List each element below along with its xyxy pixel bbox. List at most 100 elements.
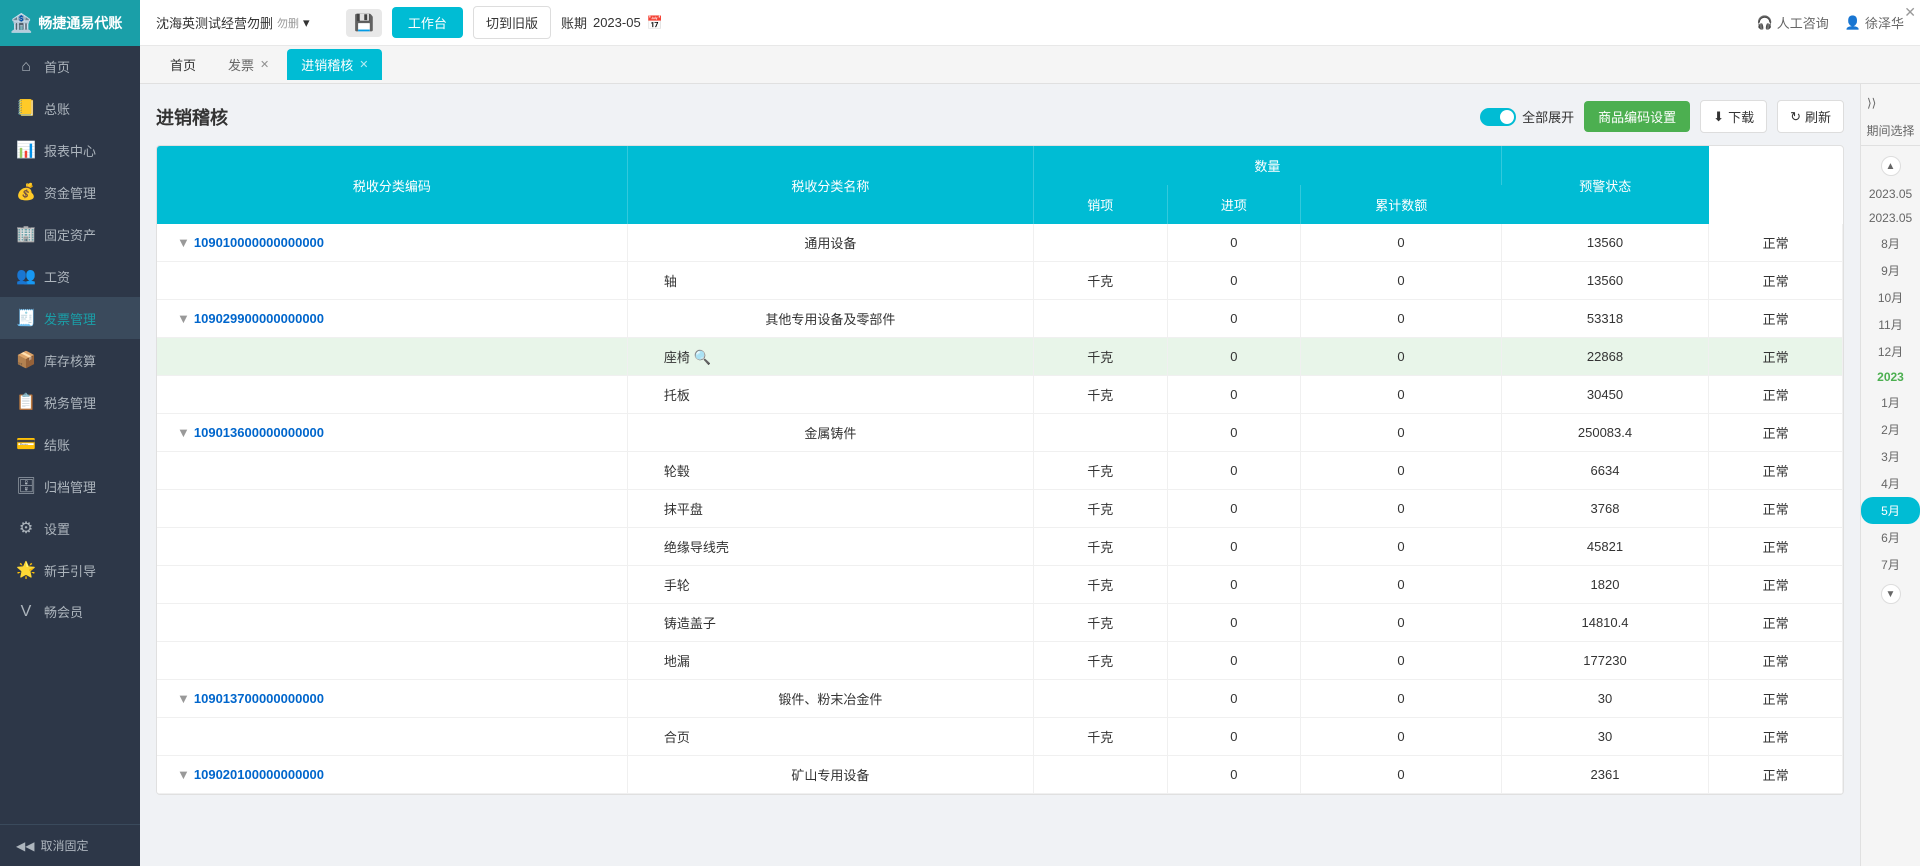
table-cell-name: 抹平盘	[627, 490, 1033, 528]
table-cell-purchase: 0	[1301, 300, 1501, 338]
company-selector[interactable]: 沈海英测试经营勿删 勿删 ▾	[156, 13, 336, 32]
sidebar-nav: ⌂ 首页 📒 总账 📊 报表中心 💰 资金管理 🏢 固定资产 👥 工资 🧾 发票…	[0, 46, 140, 824]
table-row: ▼109020100000000000	[157, 756, 627, 794]
table-cell-code	[157, 452, 627, 490]
calendar-icon[interactable]: 📅	[647, 15, 663, 31]
table-cell-total: 30	[1501, 718, 1709, 756]
table-cell-status: 正常	[1709, 414, 1843, 452]
table-cell-sales: 0	[1167, 376, 1301, 414]
table-cell-sales: 0	[1167, 338, 1301, 376]
table-cell-code	[157, 642, 627, 680]
sidebar-item-payroll[interactable]: 👥 工资	[0, 255, 140, 297]
search-icon[interactable]: 🔍	[693, 349, 710, 365]
table-cell-sales: 0	[1167, 262, 1301, 300]
refresh-icon: ↻	[1790, 109, 1801, 125]
old-version-button[interactable]: 切到旧版	[473, 6, 551, 39]
period-item-5[interactable]: 11月	[1861, 311, 1920, 338]
toggle-track[interactable]	[1480, 108, 1516, 126]
sidebar-item-settings[interactable]: ⚙ 设置	[0, 507, 140, 549]
period-item-1[interactable]: 2023.05	[1861, 206, 1920, 230]
table-cell-sales: 0	[1167, 642, 1301, 680]
period-item-8[interactable]: 1月	[1861, 389, 1920, 416]
period-item-13[interactable]: 6月	[1861, 524, 1920, 551]
sidebar-item-reports[interactable]: 📊 报表中心	[0, 129, 140, 171]
period-item-9[interactable]: 2月	[1861, 416, 1920, 443]
table-cell-status: 正常	[1709, 718, 1843, 756]
table-cell-name: 绝缘导线壳	[627, 528, 1033, 566]
sidebar-item-home[interactable]: ⌂ 首页	[0, 46, 140, 87]
table-cell-name: 地漏	[627, 642, 1033, 680]
col-tax-code: 税收分类编码	[157, 146, 627, 224]
period-item-3[interactable]: 9月	[1861, 257, 1920, 284]
sidebar-item-invoices[interactable]: 🧾 发票管理	[0, 297, 140, 339]
table-cell-status: 正常	[1709, 338, 1843, 376]
period-item-14[interactable]: 7月	[1861, 551, 1920, 578]
sidebar-item-inventory[interactable]: 📦 库存核算	[0, 339, 140, 381]
col-quantity-group: 数量	[1033, 146, 1501, 185]
headset-icon: 🎧	[1757, 15, 1773, 31]
table-cell-status: 正常	[1709, 376, 1843, 414]
reconciliation-tab-close[interactable]: ✕	[359, 58, 368, 71]
table-row: ▼109013600000000000	[157, 414, 627, 452]
period-item-4[interactable]: 10月	[1861, 284, 1920, 311]
table-cell-unit: 千克	[1033, 490, 1167, 528]
table-cell-unit	[1033, 680, 1167, 718]
sidebar-item-funds[interactable]: 💰 资金管理	[0, 171, 140, 213]
table-cell-purchase: 0	[1301, 376, 1501, 414]
refresh-button[interactable]: ↻ 刷新	[1777, 100, 1844, 133]
ledger-icon: 📒	[16, 98, 36, 118]
pin-label: 取消固定	[40, 837, 88, 854]
period-item-10[interactable]: 3月	[1861, 443, 1920, 470]
table-cell-name: 合页	[627, 718, 1033, 756]
period-item-12[interactable]: 5月	[1861, 497, 1920, 524]
sidebar-item-tax[interactable]: 📋 税务管理	[0, 381, 140, 423]
period-item-11[interactable]: 4月	[1861, 470, 1920, 497]
table-cell-total: 3768	[1501, 490, 1709, 528]
table-cell-sales: 0	[1167, 756, 1301, 794]
table-cell-name: 金属铸件	[627, 414, 1033, 452]
tab-invoices[interactable]: 发票 ✕	[214, 49, 283, 80]
company-name: 沈海英测试经营勿删	[156, 13, 273, 32]
page-title: 进销稽核	[156, 104, 228, 130]
sidebar-label-ledger: 总账	[44, 99, 70, 118]
sidebar-item-member[interactable]: V 畅会员	[0, 591, 140, 632]
save-button[interactable]: 💾	[346, 9, 382, 37]
table-cell-sales: 0	[1167, 414, 1301, 452]
service-button[interactable]: 🎧 人工咨询	[1757, 13, 1829, 32]
table-cell-name: 锻件、粉末冶金件	[627, 680, 1033, 718]
product-code-button[interactable]: 商品编码设置	[1584, 101, 1690, 132]
tab-reconciliation[interactable]: 进销稽核 ✕	[287, 49, 382, 80]
table-cell-sales: 0	[1167, 566, 1301, 604]
table-cell-unit	[1033, 300, 1167, 338]
table-cell-purchase: 0	[1301, 224, 1501, 262]
table-cell-sales: 0	[1167, 604, 1301, 642]
workbench-button[interactable]: 工作台	[392, 7, 463, 38]
sidebar-item-archive[interactable]: 🗄 归档管理	[0, 465, 140, 507]
scroll-up-button[interactable]: ▲	[1881, 156, 1901, 176]
invoices-tab-close[interactable]: ✕	[260, 58, 269, 71]
user-menu[interactable]: 👤 徐泽华	[1845, 13, 1904, 32]
sidebar-item-fixed-assets[interactable]: 🏢 固定资产	[0, 213, 140, 255]
table-cell-purchase: 0	[1301, 452, 1501, 490]
period-item-0[interactable]: 2023.05	[1861, 182, 1920, 206]
sidebar-item-guide[interactable]: 🌟 新手引导	[0, 549, 140, 591]
panel-expand-icon[interactable]: ⟩⟩	[1867, 96, 1876, 110]
scroll-down-button[interactable]: ▼	[1881, 584, 1901, 604]
expand-toggle[interactable]: 全部展开	[1480, 107, 1574, 126]
download-button[interactable]: ⬇ 下载	[1700, 100, 1767, 133]
tab-home[interactable]: 首页	[156, 49, 210, 80]
sidebar-item-ledger[interactable]: 📒 总账	[0, 87, 140, 129]
reconciliation-table: 税收分类编码 税收分类名称 数量 预警状态 销项 进项 累计数额	[157, 146, 1843, 794]
table-cell-status: 正常	[1709, 300, 1843, 338]
table-cell-unit: 千克	[1033, 566, 1167, 604]
period-item-7[interactable]: 2023	[1861, 365, 1920, 389]
sidebar-item-settlement[interactable]: 💳 结账	[0, 423, 140, 465]
sidebar-bottom-pin[interactable]: ◀◀ 取消固定	[0, 824, 140, 866]
period-item-2[interactable]: 8月	[1861, 230, 1920, 257]
period-item-6[interactable]: 12月	[1861, 338, 1920, 365]
sidebar-label-payroll: 工资	[44, 267, 70, 286]
table-cell-unit: 千克	[1033, 338, 1167, 376]
period-label: 账期	[561, 13, 587, 32]
sidebar-label-fixed-assets: 固定资产	[44, 225, 96, 244]
chevron-down-icon: ▾	[303, 15, 310, 31]
